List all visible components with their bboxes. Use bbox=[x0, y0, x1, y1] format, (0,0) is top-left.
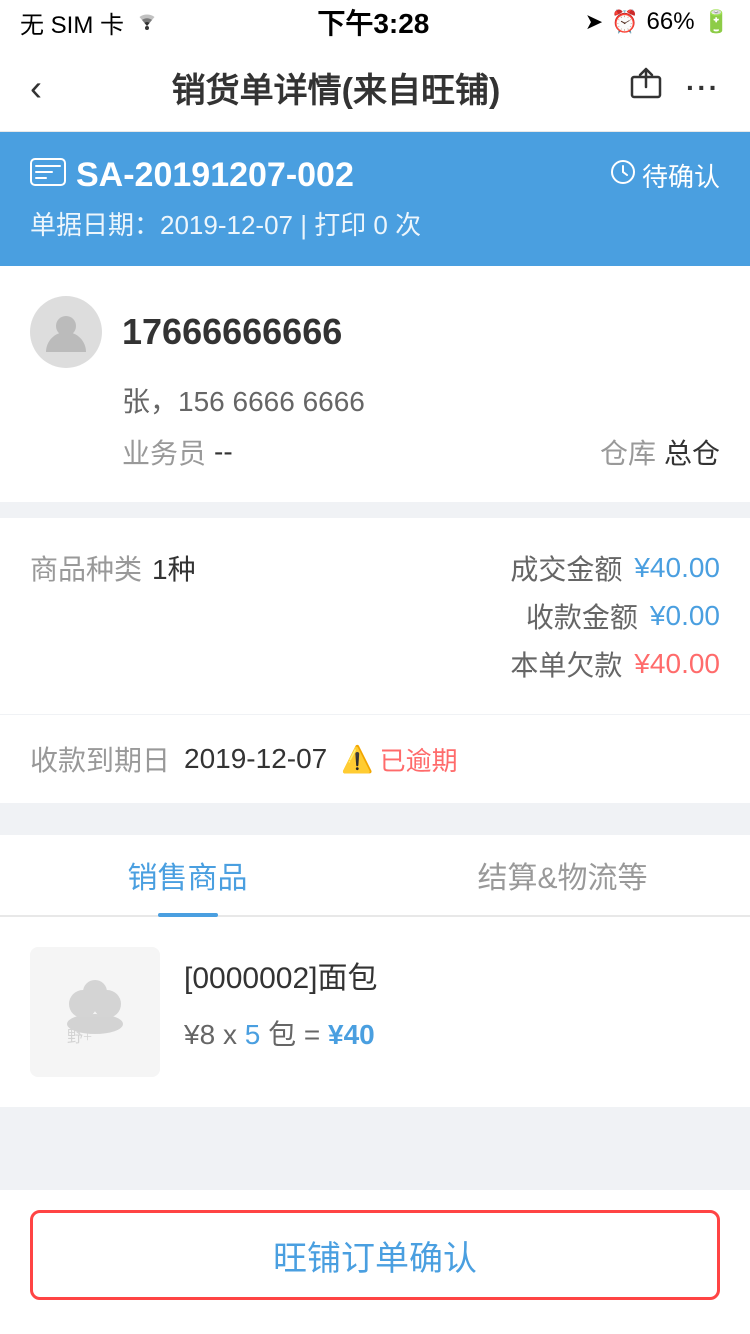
bottom-bar: 旺铺订单确认 bbox=[0, 1190, 750, 1334]
tab-sales-products[interactable]: 销售商品 bbox=[0, 835, 375, 915]
customer-phone: 17666666666 bbox=[122, 311, 342, 353]
customer-meta: 业务员 -- 仓库 总仓 bbox=[122, 432, 720, 472]
back-button[interactable]: ‹ bbox=[30, 67, 42, 109]
product-name: [0000002]面包 bbox=[184, 953, 720, 997]
product-thumbnail: 野+ bbox=[30, 947, 160, 1077]
due-date: 2019-12-07 bbox=[184, 743, 327, 775]
battery-text: 66% bbox=[647, 8, 695, 36]
summary-section: 商品种类 1种 成交金额 ¥40.00 收款金额 ¥0.00 本单欠款 ¥40.… bbox=[0, 518, 750, 714]
salesperson-value: -- bbox=[214, 436, 233, 468]
divider-1 bbox=[0, 502, 750, 518]
more-button[interactable]: ··· bbox=[686, 72, 720, 104]
salesperson-label: 业务员 bbox=[122, 432, 206, 472]
product-types-label: 商品种类 bbox=[30, 548, 142, 588]
product-item: 野+ [0000002]面包 ¥8 x 5 包 = ¥40 bbox=[30, 947, 720, 1077]
due-label: 收款到期日 bbox=[30, 739, 170, 779]
owed-label: 本单欠款 bbox=[510, 644, 622, 684]
alarm-icon: ⏰ bbox=[611, 9, 638, 35]
divider-2 bbox=[0, 803, 750, 819]
unit-price: ¥8 bbox=[184, 1019, 215, 1050]
nav-actions: ··· bbox=[630, 67, 720, 108]
page-title: 销货单详情(来自旺铺) bbox=[172, 63, 501, 112]
multiply-sign: x bbox=[223, 1019, 245, 1050]
order-status: 待确认 bbox=[610, 157, 720, 194]
svg-text:野+: 野+ bbox=[67, 1028, 92, 1046]
battery-icon: 🔋 bbox=[703, 9, 730, 35]
due-section: 收款到期日 2019-12-07 ⚠️ 已逾期 bbox=[0, 714, 750, 803]
location-icon: ➤ bbox=[585, 9, 603, 35]
status-bar-time: 下午3:28 bbox=[317, 2, 429, 42]
order-id: SA-20191207-002 bbox=[30, 156, 354, 195]
transaction-label: 成交金额 bbox=[510, 548, 622, 588]
status-bar-left: 无 SIM 卡 bbox=[20, 5, 162, 40]
tabs-row: 销售商品 结算&物流等 bbox=[0, 835, 750, 917]
product-types-value: 1种 bbox=[152, 548, 196, 588]
overdue-text: 已逾期 bbox=[380, 741, 458, 778]
customer-avatar bbox=[30, 296, 102, 368]
tab-settlement-logistics[interactable]: 结算&物流等 bbox=[375, 835, 750, 915]
confirm-order-button[interactable]: 旺铺订单确认 bbox=[30, 1210, 720, 1300]
received-label: 收款金额 bbox=[526, 596, 638, 636]
status-bar: 无 SIM 卡 下午3:28 ➤ ⏰ 66% 🔋 bbox=[0, 0, 750, 44]
received-value: ¥0.00 bbox=[650, 600, 720, 632]
share-button[interactable] bbox=[630, 67, 662, 108]
overdue-badge: ⚠️ 已逾期 bbox=[341, 741, 457, 778]
order-date: 单据日期：2019-12-07 | 打印 0 次 bbox=[30, 205, 720, 242]
unit: 包 bbox=[268, 1019, 296, 1050]
product-price: ¥8 x 5 包 = ¥40 bbox=[184, 1013, 720, 1053]
transaction-value: ¥40.00 bbox=[634, 552, 720, 584]
carrier-text: 无 SIM 卡 bbox=[20, 5, 124, 40]
equals-sign: = bbox=[304, 1019, 328, 1050]
warning-icon: ⚠️ bbox=[341, 744, 373, 775]
customer-name: 张，156 6666 6666 bbox=[122, 380, 720, 420]
owed-value: ¥40.00 bbox=[634, 648, 720, 680]
product-section: 野+ [0000002]面包 ¥8 x 5 包 = ¥40 bbox=[0, 917, 750, 1107]
tabs-section: 销售商品 结算&物流等 bbox=[0, 835, 750, 917]
warehouse-value: 总仓 bbox=[664, 432, 720, 472]
summary-right: 成交金额 ¥40.00 收款金额 ¥0.00 本单欠款 ¥40.00 bbox=[510, 548, 720, 684]
total-price: ¥40 bbox=[328, 1019, 375, 1050]
order-icon bbox=[30, 156, 66, 195]
clock-icon bbox=[610, 159, 636, 192]
customer-section: 17666666666 张，156 6666 6666 业务员 -- 仓库 总仓 bbox=[0, 266, 750, 502]
product-info: [0000002]面包 ¥8 x 5 包 = ¥40 bbox=[184, 947, 720, 1053]
quantity: 5 bbox=[245, 1019, 261, 1050]
status-bar-right: ➤ ⏰ 66% 🔋 bbox=[585, 8, 730, 36]
wifi-icon bbox=[132, 8, 162, 37]
header-card: SA-20191207-002 待确认 单据日期：2019-12-07 | 打印… bbox=[0, 132, 750, 266]
nav-bar: ‹ 销货单详情(来自旺铺) ··· bbox=[0, 44, 750, 132]
warehouse-label: 仓库 bbox=[600, 432, 656, 472]
